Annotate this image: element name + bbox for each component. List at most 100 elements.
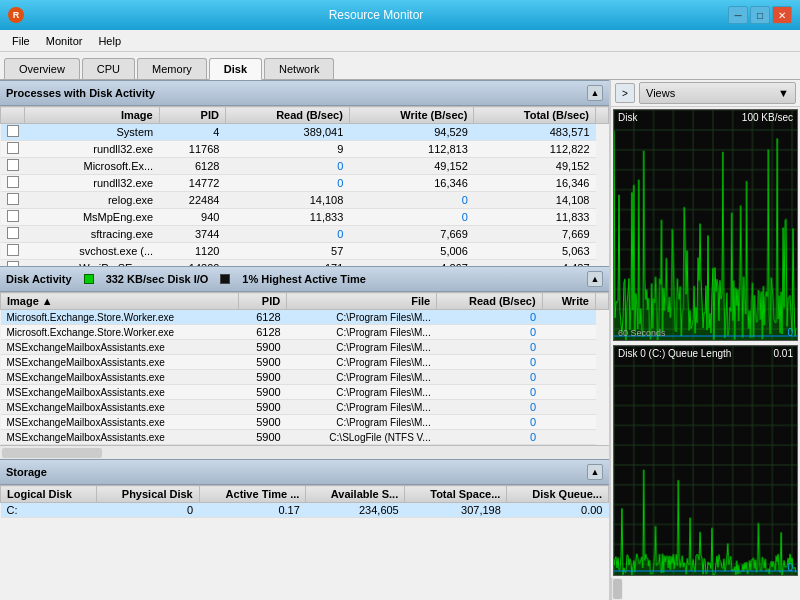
col-read[interactable]: Read (B/sec) xyxy=(225,107,349,124)
process-pid: 940 xyxy=(159,209,225,226)
menu-help[interactable]: Help xyxy=(90,33,129,49)
da-read: 0 xyxy=(437,310,542,325)
st-queue: 0.00 xyxy=(507,503,609,518)
process-image: rundll32.exe xyxy=(25,175,160,192)
views-button[interactable]: Views ▼ xyxy=(639,82,796,104)
process-total: 5,063 xyxy=(474,243,596,260)
da-write xyxy=(542,415,595,430)
graph-container: Disk 100 KB/sec 60 Seconds 0 Disk 0 (C:)… xyxy=(611,107,800,578)
processes-section: Processes with Disk Activity ▲ Image PID… xyxy=(0,80,609,266)
graph2-label: Disk 0 (C:) Queue Length xyxy=(618,348,731,359)
process-checkbox[interactable] xyxy=(1,243,25,260)
da-pid: 6128 xyxy=(238,310,286,325)
process-image: sftracing.exe xyxy=(25,226,160,243)
minimize-button[interactable]: ─ xyxy=(728,6,748,24)
active-time-label: 1% Highest Active Time xyxy=(242,273,366,285)
process-pid: 22484 xyxy=(159,192,225,209)
da-image: MSExchangeMailboxAssistants.exe xyxy=(1,385,239,400)
black-indicator xyxy=(220,274,230,284)
st-col-available[interactable]: Available S... xyxy=(306,486,405,503)
da-col-read[interactable]: Read (B/sec) xyxy=(437,293,542,310)
menu-monitor[interactable]: Monitor xyxy=(38,33,91,49)
tab-overview[interactable]: Overview xyxy=(4,58,80,79)
right-scrollbar[interactable] xyxy=(611,578,623,600)
tab-network[interactable]: Network xyxy=(264,58,334,79)
da-col-pid[interactable]: PID xyxy=(238,293,286,310)
da-pid: 5900 xyxy=(238,400,286,415)
graph2-value: 0.01 xyxy=(774,348,793,359)
process-total: 11,833 xyxy=(474,209,596,226)
process-checkbox[interactable] xyxy=(1,124,25,141)
da-read: 0 xyxy=(437,340,542,355)
da-col-image[interactable]: Image ▲ xyxy=(1,293,239,310)
col-write[interactable]: Write (B/sec) xyxy=(349,107,474,124)
da-pid: 6128 xyxy=(238,325,286,340)
graph2-bottom-value: 0 xyxy=(787,562,793,573)
process-checkbox[interactable] xyxy=(1,192,25,209)
menu-file[interactable]: File xyxy=(4,33,38,49)
st-col-physical[interactable]: Physical Disk xyxy=(96,486,199,503)
window-title: Resource Monitor xyxy=(24,8,728,22)
tab-cpu[interactable]: CPU xyxy=(82,58,135,79)
tab-memory[interactable]: Memory xyxy=(137,58,207,79)
da-pid: 5900 xyxy=(238,415,286,430)
col-checkbox xyxy=(1,107,25,124)
processes-collapse-btn[interactable]: ▲ xyxy=(587,85,603,101)
processes-table: Image PID Read (B/sec) Write (B/sec) Tot… xyxy=(0,106,609,266)
da-col-write[interactable]: Write xyxy=(542,293,595,310)
process-checkbox[interactable] xyxy=(1,141,25,158)
da-file: C:\Program Files\M... xyxy=(287,340,437,355)
process-write: 49,152 xyxy=(349,158,474,175)
da-read: 0 xyxy=(437,430,542,445)
process-write: 0 xyxy=(349,209,474,226)
processes-header: Processes with Disk Activity ▲ xyxy=(0,80,609,106)
process-total: 483,571 xyxy=(474,124,596,141)
storage-table-wrap: Logical Disk Physical Disk Active Time .… xyxy=(0,485,609,600)
da-file: C:\Program Files\M... xyxy=(287,355,437,370)
graph1-label: Disk xyxy=(618,112,637,123)
da-pid: 5900 xyxy=(238,385,286,400)
da-file: C:\Program Files\M... xyxy=(287,400,437,415)
da-image: MSExchangeMailboxAssistants.exe xyxy=(1,415,239,430)
window-controls: ─ □ ✕ xyxy=(728,6,792,24)
st-col-logical[interactable]: Logical Disk xyxy=(1,486,97,503)
st-col-queue[interactable]: Disk Queue... xyxy=(507,486,609,503)
disk-activity-collapse-btn[interactable]: ▲ xyxy=(587,271,603,287)
da-image: MSExchangeMailboxAssistants.exe xyxy=(1,400,239,415)
st-col-total[interactable]: Total Space... xyxy=(405,486,507,503)
storage-table: Logical Disk Physical Disk Active Time .… xyxy=(0,485,609,518)
col-image[interactable]: Image xyxy=(25,107,160,124)
storage-collapse-btn[interactable]: ▲ xyxy=(587,464,603,480)
process-total: 14,108 xyxy=(474,192,596,209)
process-checkbox[interactable] xyxy=(1,209,25,226)
process-checkbox[interactable] xyxy=(1,175,25,192)
disk-activity-header: Disk Activity 332 KB/sec Disk I/O 1% Hig… xyxy=(0,266,609,292)
da-write xyxy=(542,355,595,370)
process-checkbox[interactable] xyxy=(1,226,25,243)
st-logical: C: xyxy=(1,503,97,518)
process-image: relog.exe xyxy=(25,192,160,209)
process-image: rundll32.exe xyxy=(25,141,160,158)
process-total: 16,346 xyxy=(474,175,596,192)
da-write xyxy=(542,430,595,445)
nav-prev-button[interactable]: > xyxy=(615,83,635,103)
process-image: MsMpEng.exe xyxy=(25,209,160,226)
process-image: svchost.exe (... xyxy=(25,243,160,260)
da-file: C:\Program Files\M... xyxy=(287,370,437,385)
views-label: Views xyxy=(646,87,675,99)
title-bar: R Resource Monitor ─ □ ✕ xyxy=(0,0,800,30)
close-button[interactable]: ✕ xyxy=(772,6,792,24)
storage-title: Storage xyxy=(6,466,47,478)
queue-graph-panel: Disk 0 (C:) Queue Length 0.01 0 xyxy=(613,345,798,577)
process-checkbox[interactable] xyxy=(1,158,25,175)
horizontal-scrollbar[interactable] xyxy=(0,445,609,459)
process-read: 0 xyxy=(225,175,349,192)
da-file: C:\Program Files\M... xyxy=(287,310,437,325)
col-pid[interactable]: PID xyxy=(159,107,225,124)
maximize-button[interactable]: □ xyxy=(750,6,770,24)
process-pid: 4 xyxy=(159,124,225,141)
st-col-active[interactable]: Active Time ... xyxy=(199,486,306,503)
col-total[interactable]: Total (B/sec) xyxy=(474,107,596,124)
tab-disk[interactable]: Disk xyxy=(209,58,262,80)
da-col-file[interactable]: File xyxy=(287,293,437,310)
